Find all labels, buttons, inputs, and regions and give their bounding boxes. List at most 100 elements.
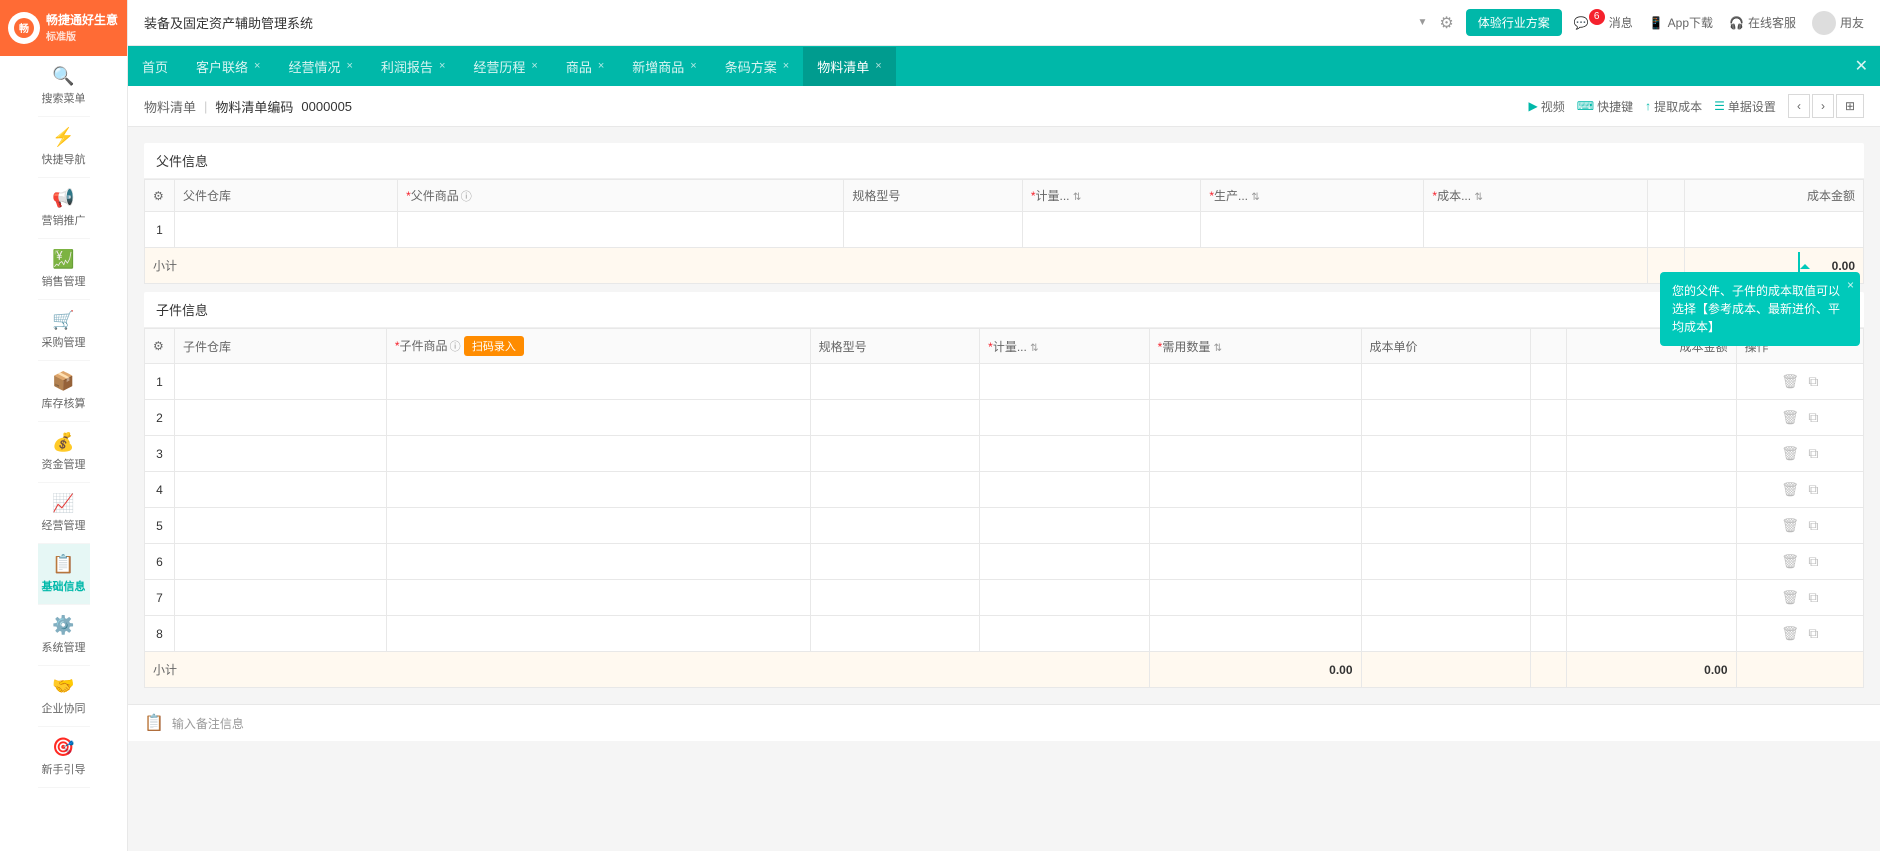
- parent-col-settings[interactable]: ⚙: [145, 180, 175, 212]
- message-action[interactable]: 💬 6 消息: [1574, 14, 1633, 31]
- prev-page-btn[interactable]: ‹: [1788, 94, 1810, 118]
- parent-cost-1[interactable]: [1424, 212, 1647, 248]
- delete-icon-0[interactable]: 🗑: [1781, 373, 1799, 389]
- child-product-1[interactable]: [386, 400, 810, 436]
- sidebar-item-1[interactable]: ⚡ 快捷导航: [38, 117, 90, 178]
- child-product-7[interactable]: [386, 616, 810, 652]
- child-spec-2[interactable]: [810, 436, 980, 472]
- sidebar-item-0[interactable]: 🔍 搜索菜单: [38, 56, 90, 117]
- child-unit-cost-0[interactable]: [1361, 364, 1531, 400]
- settings-icon[interactable]: ⚙: [1439, 13, 1453, 33]
- child-warehouse-2[interactable]: [175, 436, 387, 472]
- delete-icon-2[interactable]: 🗑: [1781, 445, 1799, 461]
- copy-icon-3[interactable]: ⧉: [1808, 481, 1818, 497]
- nav-tab-6[interactable]: 新增商品×: [618, 47, 710, 86]
- tab-close-3[interactable]: ×: [439, 60, 445, 72]
- tab-close-8[interactable]: ×: [875, 60, 881, 72]
- copy-icon-6[interactable]: ⧉: [1808, 589, 1818, 605]
- tab-close-6[interactable]: ×: [690, 60, 696, 72]
- child-qty-7[interactable]: [1149, 616, 1361, 652]
- child-warehouse-7[interactable]: [175, 616, 387, 652]
- nav-tab-3[interactable]: 利润报告×: [367, 47, 459, 86]
- sidebar-item-4[interactable]: 🛒 采购管理: [38, 300, 90, 361]
- child-unit-cost-3[interactable]: [1361, 472, 1531, 508]
- close-all-tabs[interactable]: ✕: [1843, 46, 1880, 86]
- child-qty-6[interactable]: [1149, 580, 1361, 616]
- child-warehouse-1[interactable]: [175, 400, 387, 436]
- child-unit-cost-4[interactable]: [1361, 508, 1531, 544]
- child-spec-0[interactable]: [810, 364, 980, 400]
- child-product-2[interactable]: [386, 436, 810, 472]
- tooltip-close-btn[interactable]: ×: [1847, 276, 1854, 294]
- sidebar-item-11[interactable]: 🎯 新手引导: [38, 727, 90, 788]
- child-qty-3[interactable]: [1149, 472, 1361, 508]
- copy-icon-7[interactable]: ⧉: [1808, 625, 1818, 641]
- child-unit-6[interactable]: [980, 580, 1150, 616]
- parent-product-1[interactable]: [398, 212, 844, 248]
- child-unit-3[interactable]: [980, 472, 1150, 508]
- child-spec-7[interactable]: [810, 616, 980, 652]
- nav-tab-8[interactable]: 物料清单×: [803, 47, 895, 86]
- child-col-settings[interactable]: ⚙: [145, 329, 175, 364]
- user-action[interactable]: 用友: [1812, 11, 1864, 35]
- child-spec-5[interactable]: [810, 544, 980, 580]
- scan-btn[interactable]: 扫码录入: [464, 336, 524, 356]
- bottom-text[interactable]: 输入备注信息: [172, 715, 244, 732]
- shortcut-action[interactable]: ⌨ 快捷键: [1577, 98, 1633, 115]
- child-warehouse-5[interactable]: [175, 544, 387, 580]
- view-action[interactable]: ▶ 视频: [1529, 98, 1565, 115]
- child-spec-6[interactable]: [810, 580, 980, 616]
- child-spec-4[interactable]: [810, 508, 980, 544]
- child-qty-5[interactable]: [1149, 544, 1361, 580]
- child-product-6[interactable]: [386, 580, 810, 616]
- nav-tab-7[interactable]: 条码方案×: [711, 47, 803, 86]
- sidebar-item-10[interactable]: 🤝 企业协同: [38, 666, 90, 727]
- delete-icon-5[interactable]: 🗑: [1781, 553, 1799, 569]
- child-product-3[interactable]: [386, 472, 810, 508]
- settings-action[interactable]: ☰ 单据设置: [1714, 98, 1776, 115]
- next-page-btn[interactable]: ›: [1812, 94, 1834, 118]
- copy-icon-2[interactable]: ⧉: [1808, 445, 1818, 461]
- copy-icon-4[interactable]: ⧉: [1808, 517, 1818, 533]
- parent-production-1[interactable]: [1201, 212, 1424, 248]
- child-unit-1[interactable]: [980, 400, 1150, 436]
- tab-close-5[interactable]: ×: [598, 60, 604, 72]
- child-unit-cost-7[interactable]: [1361, 616, 1531, 652]
- child-unit-4[interactable]: [980, 508, 1150, 544]
- parent-unit-1[interactable]: [1022, 212, 1200, 248]
- child-unit-0[interactable]: [980, 364, 1150, 400]
- child-warehouse-4[interactable]: [175, 508, 387, 544]
- tab-close-1[interactable]: ×: [254, 60, 260, 72]
- child-qty-0[interactable]: [1149, 364, 1361, 400]
- trial-btn[interactable]: 体验行业方案: [1466, 9, 1562, 36]
- child-unit-7[interactable]: [980, 616, 1150, 652]
- system-title-arrow[interactable]: ▼: [1417, 17, 1427, 28]
- child-qty-2[interactable]: [1149, 436, 1361, 472]
- delete-icon-4[interactable]: 🗑: [1781, 517, 1799, 533]
- child-spec-1[interactable]: [810, 400, 980, 436]
- delete-icon-1[interactable]: 🗑: [1781, 409, 1799, 425]
- nav-tab-1[interactable]: 客户联络×: [182, 47, 274, 86]
- child-product-5[interactable]: [386, 544, 810, 580]
- child-unit-cost-5[interactable]: [1361, 544, 1531, 580]
- child-product-4[interactable]: [386, 508, 810, 544]
- delete-icon-6[interactable]: 🗑: [1781, 589, 1799, 605]
- child-warehouse-3[interactable]: [175, 472, 387, 508]
- child-warehouse-0[interactable]: [175, 364, 387, 400]
- sidebar-item-3[interactable]: 💹 销售管理: [38, 239, 90, 300]
- child-spec-3[interactable]: [810, 472, 980, 508]
- child-unit-2[interactable]: [980, 436, 1150, 472]
- parent-spec-1[interactable]: [844, 212, 1022, 248]
- sidebar-item-7[interactable]: 📈 经营管理: [38, 483, 90, 544]
- nav-tab-5[interactable]: 商品×: [552, 47, 618, 86]
- child-unit-cost-6[interactable]: [1361, 580, 1531, 616]
- sidebar-item-6[interactable]: 💰 资金管理: [38, 422, 90, 483]
- sidebar-item-9[interactable]: ⚙️ 系统管理: [38, 605, 90, 666]
- nav-tab-4[interactable]: 经营历程×: [459, 47, 551, 86]
- tab-close-4[interactable]: ×: [531, 60, 537, 72]
- sidebar-item-5[interactable]: 📦 库存核算: [38, 361, 90, 422]
- grid-view-btn[interactable]: ⊞: [1836, 94, 1864, 118]
- tab-close-7[interactable]: ×: [783, 60, 789, 72]
- app-logo[interactable]: 畅 畅捷通好生意 标准版: [0, 0, 127, 56]
- delete-icon-3[interactable]: 🗑: [1781, 481, 1799, 497]
